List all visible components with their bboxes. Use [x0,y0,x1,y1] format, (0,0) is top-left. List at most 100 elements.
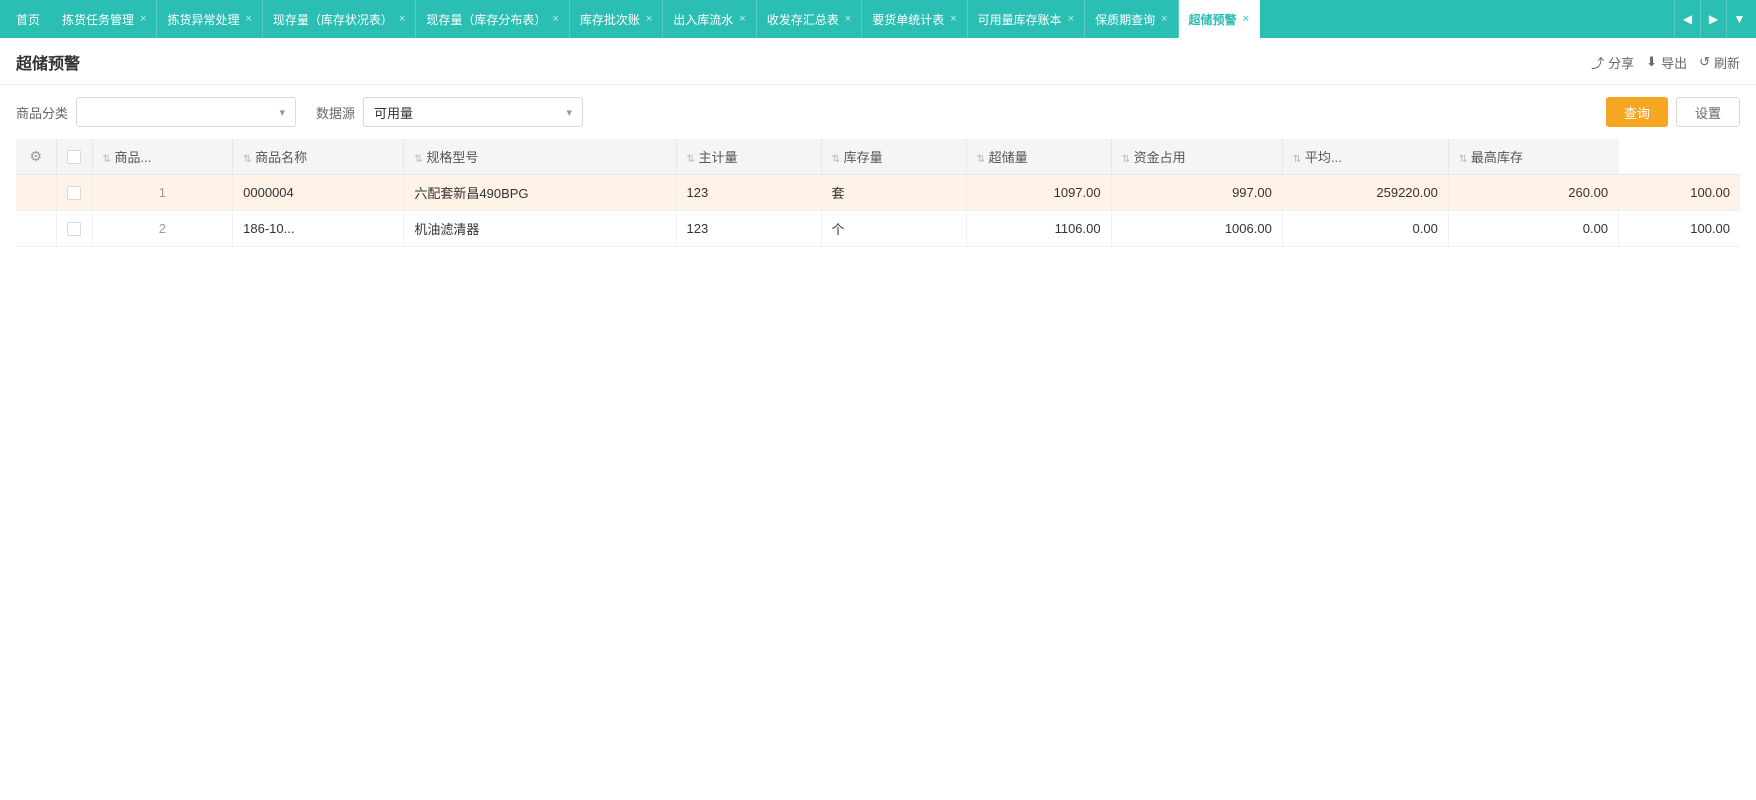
page-header: 超储预警 ⤴ 分享 ⬇ 导出 ↺ 刷新 [0,38,1756,85]
nav-tab-lhyc[interactable]: 拣货异常处理 × [157,0,262,38]
row-check-cell[interactable] [56,175,92,211]
row-avg: 260.00 [1448,175,1618,211]
close-icon[interactable]: × [739,13,745,25]
col-header-check[interactable] [56,139,92,175]
col-header-unit[interactable]: ⇅ 主计量 [676,139,821,175]
nav-tab-xczl[interactable]: 现存量（库存状况表） × [263,0,416,38]
export-icon: ⬇ [1646,54,1657,70]
nav-tab-lhgl[interactable]: 拣货任务管理 × [52,0,157,38]
top-nav: 首页 拣货任务管理 × 拣货异常处理 × 现存量（库存状况表） × 现存量（库存… [0,0,1756,38]
row-stock: 1106.00 [966,211,1111,247]
nav-tab-shdz[interactable]: 收发存汇总表 × [757,0,862,38]
row-unit: 个 [821,211,966,247]
row-name: 六配套新昌490BPG [404,175,676,211]
gear-icon[interactable]: ⚙ [29,148,42,164]
close-icon[interactable]: × [950,13,956,25]
row-index-cell: 1 [92,175,233,211]
table-header-row: ⚙ ⇅ 商品... ⇅ 商品名称 [16,139,1740,175]
row-maxstock: 100.00 [1619,211,1740,247]
row-maxstock: 100.00 [1619,175,1740,211]
row-code: 0000004 [233,175,404,211]
page-title: 超储预警 [16,50,80,74]
col-header-code[interactable]: ⇅ 商品... [92,139,233,175]
row-overstock: 1006.00 [1111,211,1282,247]
settings-button[interactable]: 设置 [1676,97,1740,127]
close-icon[interactable]: × [845,13,851,25]
page-content: 超储预警 ⤴ 分享 ⬇ 导出 ↺ 刷新 商品分类 ▾ 数据源 [0,38,1756,800]
col-header-avg[interactable]: ⇅ 平均... [1282,139,1448,175]
nav-tab-label: 出入库流水 [673,11,733,28]
datasource-select-value: 可用量 [374,103,413,122]
col-header-settings[interactable]: ⚙ [16,139,56,175]
nav-tab-bzzq[interactable]: 保质期查询 × [1085,0,1178,38]
export-button[interactable]: ⬇ 导出 [1646,53,1687,72]
row-checkbox[interactable] [67,222,81,236]
category-select[interactable]: ▾ [76,97,296,127]
col-header-maxstock[interactable]: ⇅ 最高库存 [1448,139,1618,175]
col-label: 资金占用 [1134,150,1186,165]
col-header-spec[interactable]: ⇅ 规格型号 [404,139,676,175]
nav-tab-kysl[interactable]: 可用量库存账本 × [968,0,1085,38]
close-icon[interactable]: × [552,13,558,25]
share-button[interactable]: ⤴ 分享 [1591,53,1634,72]
category-filter: 商品分类 ▾ [16,97,296,127]
col-header-name[interactable]: ⇅ 商品名称 [233,139,404,175]
nav-home[interactable]: 首页 [4,0,52,38]
col-label: 商品名称 [255,150,307,165]
row-checkbox[interactable] [67,186,81,200]
nav-tab-label: 现存量（库存分布表） [426,11,546,28]
close-icon[interactable]: × [140,13,146,25]
col-label: 平均... [1305,150,1342,165]
col-label: 主计量 [699,150,738,165]
row-check-cell[interactable] [56,211,92,247]
nav-more-arrow[interactable]: ▼ [1726,0,1752,38]
nav-tab-label: 收发存汇总表 [767,11,839,28]
nav-left-arrow[interactable]: ◀ [1674,0,1700,38]
sort-icon: ⇅ [243,154,251,165]
datasource-label: 数据源 [316,103,355,122]
nav-tab-pcz[interactable]: 库存批次账 × [570,0,663,38]
close-icon[interactable]: × [1243,13,1249,25]
nav-tab-ccyj[interactable]: 超储预警 × [1179,0,1260,38]
row-name: 机油滤清器 [404,211,676,247]
table-row: 1 0000004 六配套新昌490BPG 123 套 1097.00 997.… [16,175,1740,211]
datasource-dropdown-icon: ▾ [567,106,573,119]
nav-right-arrow[interactable]: ▶ [1700,0,1726,38]
sort-icon: ⇅ [1459,154,1467,165]
sort-icon: ⇅ [1293,154,1301,165]
nav-tab-label: 要货单统计表 [872,11,944,28]
header-actions: ⤴ 分享 ⬇ 导出 ↺ 刷新 [1591,53,1740,72]
row-stock: 1097.00 [966,175,1111,211]
col-header-overstock[interactable]: ⇅ 超储量 [966,139,1111,175]
nav-tab-xcfb[interactable]: 现存量（库存分布表） × [416,0,569,38]
query-button[interactable]: 查询 [1606,97,1668,127]
close-icon[interactable]: × [245,13,251,25]
close-icon[interactable]: × [646,13,652,25]
close-icon[interactable]: × [1068,13,1074,25]
category-label: 商品分类 [16,103,68,122]
row-settings-cell [16,211,56,247]
nav-tab-yhdj[interactable]: 要货单统计表 × [862,0,967,38]
nav-tab-label: 库存批次账 [580,11,640,28]
row-overstock: 997.00 [1111,175,1282,211]
nav-tab-ckls[interactable]: 出入库流水 × [663,0,756,38]
close-icon[interactable]: × [1161,13,1167,25]
col-header-stock[interactable]: ⇅ 库存量 [821,139,966,175]
share-icon: ⤴ [1591,53,1604,72]
nav-tab-label: 现存量（库存状况表） [273,11,393,28]
col-header-capital[interactable]: ⇅ 资金占用 [1111,139,1282,175]
nav-tab-label: 拣货任务管理 [62,11,134,28]
nav-tab-label: 超储预警 [1189,11,1237,28]
refresh-label: 刷新 [1714,53,1740,72]
header-checkbox[interactable] [67,150,81,164]
datasource-select[interactable]: 可用量 ▾ [363,97,583,127]
col-label: 商品... [115,150,152,165]
col-label: 库存量 [844,150,883,165]
export-label: 导出 [1661,53,1687,72]
sort-icon: ⇅ [832,154,840,165]
close-icon[interactable]: × [399,13,405,25]
sort-icon: ⇅ [1122,154,1130,165]
row-capital: 259220.00 [1282,175,1448,211]
filter-area: 商品分类 ▾ 数据源 可用量 ▾ 查询 设置 [0,85,1756,139]
refresh-button[interactable]: ↺ 刷新 [1699,53,1740,72]
